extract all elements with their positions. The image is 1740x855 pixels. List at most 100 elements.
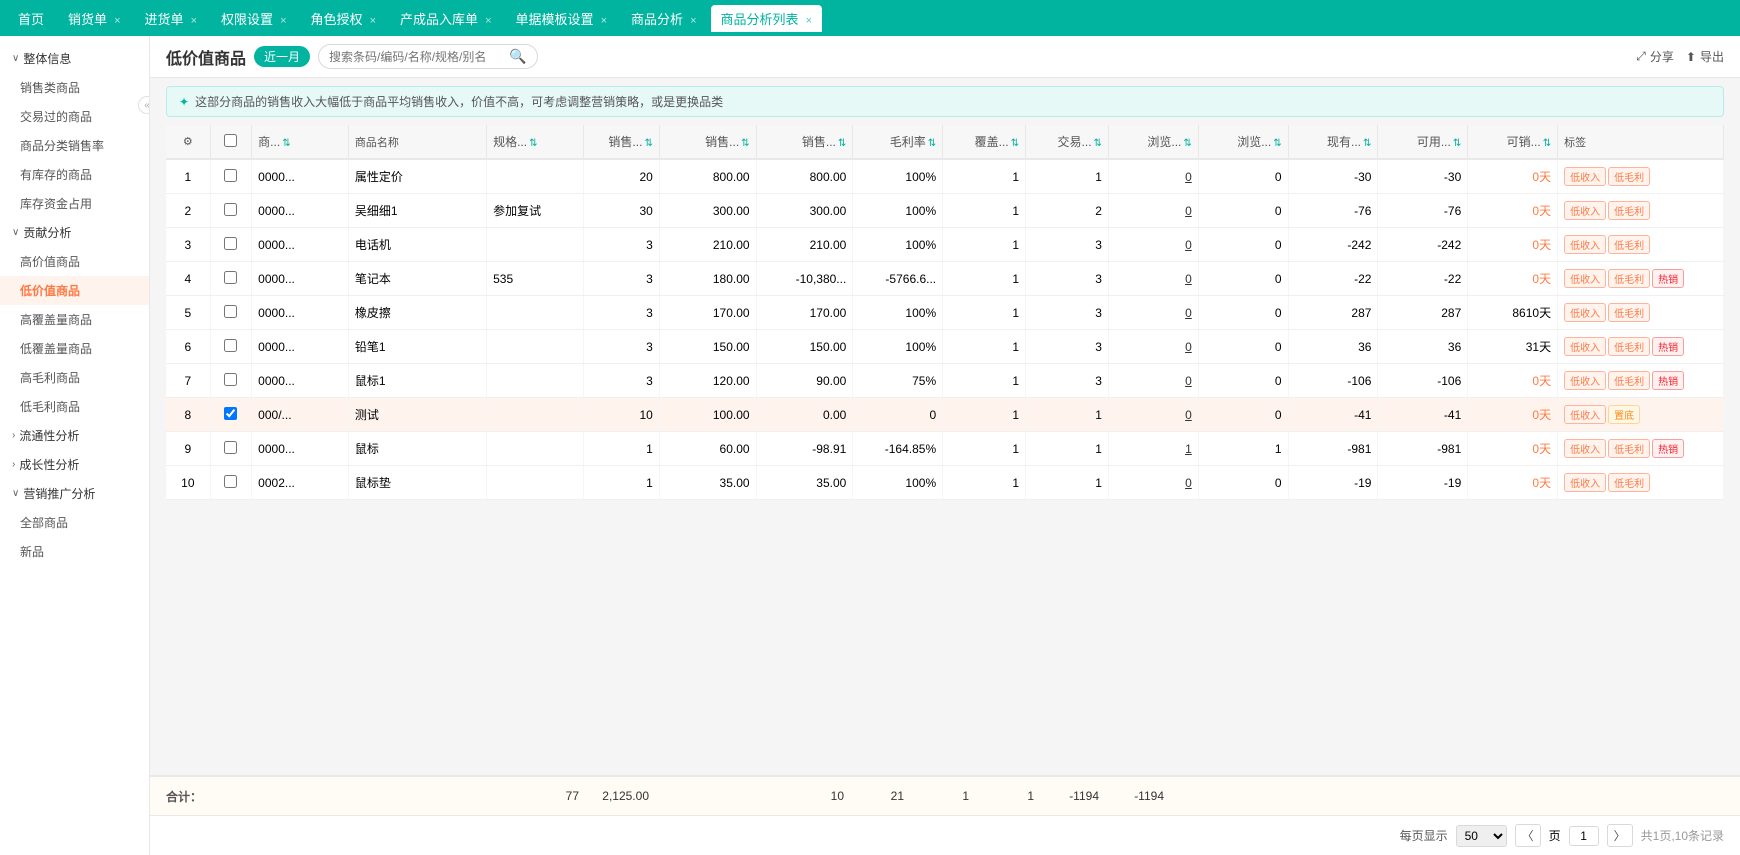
table-cell-col-stock: -76 <box>1288 194 1378 228</box>
view1-link[interactable]: 0 <box>1185 340 1192 354</box>
row-checkbox[interactable] <box>224 339 237 352</box>
table-cell-col-sale-amt: 210.00 <box>659 228 756 262</box>
days-value: 0天 <box>1532 408 1551 422</box>
next-page-button[interactable]: 〉 <box>1607 824 1633 847</box>
nav-close-icon[interactable]: × <box>482 15 491 27</box>
table-cell-col-check <box>210 262 251 296</box>
sidebar-section-成长性分析[interactable]: ›成长性分析 <box>0 450 149 479</box>
row-checkbox[interactable] <box>224 169 237 182</box>
table-cell-col-sale-cost: 210.00 <box>756 228 853 262</box>
search-input[interactable] <box>329 50 509 64</box>
alert-banner: ✦ 这部分商品的销售收入大幅低于商品平均销售收入，价值不高，可考虑调整营销策略，… <box>166 86 1724 117</box>
view1-link[interactable]: 1 <box>1185 442 1192 456</box>
sidebar-item-销售类商品[interactable]: 销售类商品 <box>0 73 149 102</box>
sidebar-item-有库存的商品[interactable]: 有库存的商品 <box>0 160 149 189</box>
nav-close-icon[interactable]: × <box>803 15 812 27</box>
nav-item-商品分析[interactable]: 商品分析 × <box>621 5 707 32</box>
nav-item-首页[interactable]: 首页 <box>8 5 54 32</box>
view1-link[interactable]: 0 <box>1185 204 1192 218</box>
sidebar-item-高毛利商品[interactable]: 高毛利商品 <box>0 363 149 392</box>
sidebar-item-低覆盖量商品[interactable]: 低覆盖量商品 <box>0 334 149 363</box>
nav-item-角色授权[interactable]: 角色授权 × <box>301 5 387 32</box>
nav-item-进货单[interactable]: 进货单 × <box>135 5 208 32</box>
th-check[interactable] <box>210 125 251 159</box>
sidebar-section-整体信息[interactable]: ∨整体信息 <box>0 44 149 73</box>
prev-page-button[interactable]: 〈 <box>1515 824 1541 847</box>
nav-close-icon[interactable]: × <box>111 15 120 27</box>
page-size-select[interactable]: 50 100 200 <box>1456 825 1507 847</box>
sidebar-item-全部商品[interactable]: 全部商品 <box>0 508 149 537</box>
th-avail[interactable]: 可用...⇅ <box>1378 125 1468 159</box>
th-sale-cost[interactable]: 销售...⇅ <box>756 125 853 159</box>
sidebar-section-营销推广分析[interactable]: ∨营销推广分析 <box>0 479 149 508</box>
sidebar-item-库存资金占用[interactable]: 库存资金占用 <box>0 189 149 218</box>
view1-link[interactable]: 0 <box>1185 408 1192 422</box>
view1-link[interactable]: 0 <box>1185 272 1192 286</box>
nav-close-icon[interactable]: × <box>367 15 376 27</box>
tag-低收入: 低收入 <box>1564 337 1606 356</box>
th-sale-amt[interactable]: 销售...⇅ <box>659 125 756 159</box>
table-cell-col-num: 2 <box>166 194 210 228</box>
nav-item-商品分析列表[interactable]: 商品分析列表 × <box>711 5 823 32</box>
table-container[interactable]: ⚙ 商...⇅ 商品名称 规格...⇅ 销售...⇅ 销售...⇅ 销售...⇅… <box>150 125 1740 775</box>
table-cell-col-check <box>210 296 251 330</box>
export-button[interactable]: ⬆ 导出 <box>1686 48 1724 65</box>
th-view1[interactable]: 浏览...⇅ <box>1108 125 1198 159</box>
table-cell-col-spec <box>487 296 584 330</box>
view1-link[interactable]: 0 <box>1185 476 1192 490</box>
sidebar-item-交易过的商品[interactable]: 交易过的商品 <box>0 102 149 131</box>
th-spec[interactable]: 规格...⇅ <box>487 125 584 159</box>
row-checkbox[interactable] <box>224 407 237 420</box>
th-sku[interactable]: 商...⇅ <box>252 125 349 159</box>
nav-item-单据模板设置[interactable]: 单据模板设置 × <box>506 5 618 32</box>
view1-link[interactable]: 0 <box>1185 306 1192 320</box>
table-cell-col-num: 8 <box>166 398 210 432</box>
row-checkbox[interactable] <box>224 475 237 488</box>
share-button[interactable]: ⤢ 分享 <box>1636 48 1674 65</box>
filter-recent-month-button[interactable]: 近一月 <box>254 46 310 67</box>
row-checkbox[interactable] <box>224 373 237 386</box>
search-icon[interactable]: 🔍 <box>509 48 526 65</box>
sidebar-item-高覆盖量商品[interactable]: 高覆盖量商品 <box>0 305 149 334</box>
th-view2[interactable]: 浏览...⇅ <box>1198 125 1288 159</box>
row-checkbox[interactable] <box>224 305 237 318</box>
current-page-input[interactable] <box>1569 826 1599 846</box>
view1-link[interactable]: 0 <box>1185 374 1192 388</box>
view1-link[interactable]: 0 <box>1185 238 1192 252</box>
sidebar-item-新品[interactable]: 新品 <box>0 537 149 566</box>
th-gross[interactable]: 毛利率⇅ <box>853 125 943 159</box>
th-cover[interactable]: 覆盖...⇅ <box>943 125 1026 159</box>
table-cell-col-gross: 75% <box>853 364 943 398</box>
th-trade[interactable]: 交易...⇅ <box>1026 125 1109 159</box>
th-stock[interactable]: 现有...⇅ <box>1288 125 1378 159</box>
nav-close-icon[interactable]: × <box>277 15 286 27</box>
nav-item-产成品入库单[interactable]: 产成品入库单 × <box>390 5 502 32</box>
sidebar-item-低毛利商品[interactable]: 低毛利商品 <box>0 392 149 421</box>
sidebar-item-高价值商品[interactable]: 高价值商品 <box>0 247 149 276</box>
nav-close-icon[interactable]: × <box>598 15 607 27</box>
th-sale-qty[interactable]: 销售...⇅ <box>583 125 659 159</box>
nav-close-icon[interactable]: × <box>188 15 197 27</box>
table-footer: 合计： 77 2,125.00 10 21 1 1 -1194 -1194 <box>150 775 1740 815</box>
sidebar-item-商品分类销售率[interactable]: 商品分类销售率 <box>0 131 149 160</box>
table-cell-col-cover: 1 <box>943 228 1026 262</box>
th-sell[interactable]: 可销...⇅ <box>1468 125 1558 159</box>
row-checkbox[interactable] <box>224 237 237 250</box>
view1-link[interactable]: 0 <box>1185 170 1192 184</box>
nav-close-icon[interactable]: × <box>687 15 696 27</box>
sidebar-section-贡献分析[interactable]: ∨贡献分析 <box>0 218 149 247</box>
sidebar-collapse-button[interactable]: « <box>138 96 150 114</box>
nav-item-权限设置[interactable]: 权限设置 × <box>211 5 297 32</box>
nav-item-销货单[interactable]: 销货单 × <box>58 5 131 32</box>
select-all-checkbox[interactable] <box>224 134 237 147</box>
sidebar-section-流通性分析[interactable]: ›流通性分析 <box>0 421 149 450</box>
table-cell-col-view1: 0 <box>1108 296 1198 330</box>
table-cell-col-spec <box>487 466 584 500</box>
row-checkbox[interactable] <box>224 271 237 284</box>
row-checkbox[interactable] <box>224 441 237 454</box>
sidebar-item-低价值商品[interactable]: 低价值商品 <box>0 276 149 305</box>
row-checkbox[interactable] <box>224 203 237 216</box>
th-gear[interactable]: ⚙ <box>166 125 210 159</box>
table-cell-col-gross: 100% <box>853 159 943 194</box>
table-cell-col-num: 7 <box>166 364 210 398</box>
